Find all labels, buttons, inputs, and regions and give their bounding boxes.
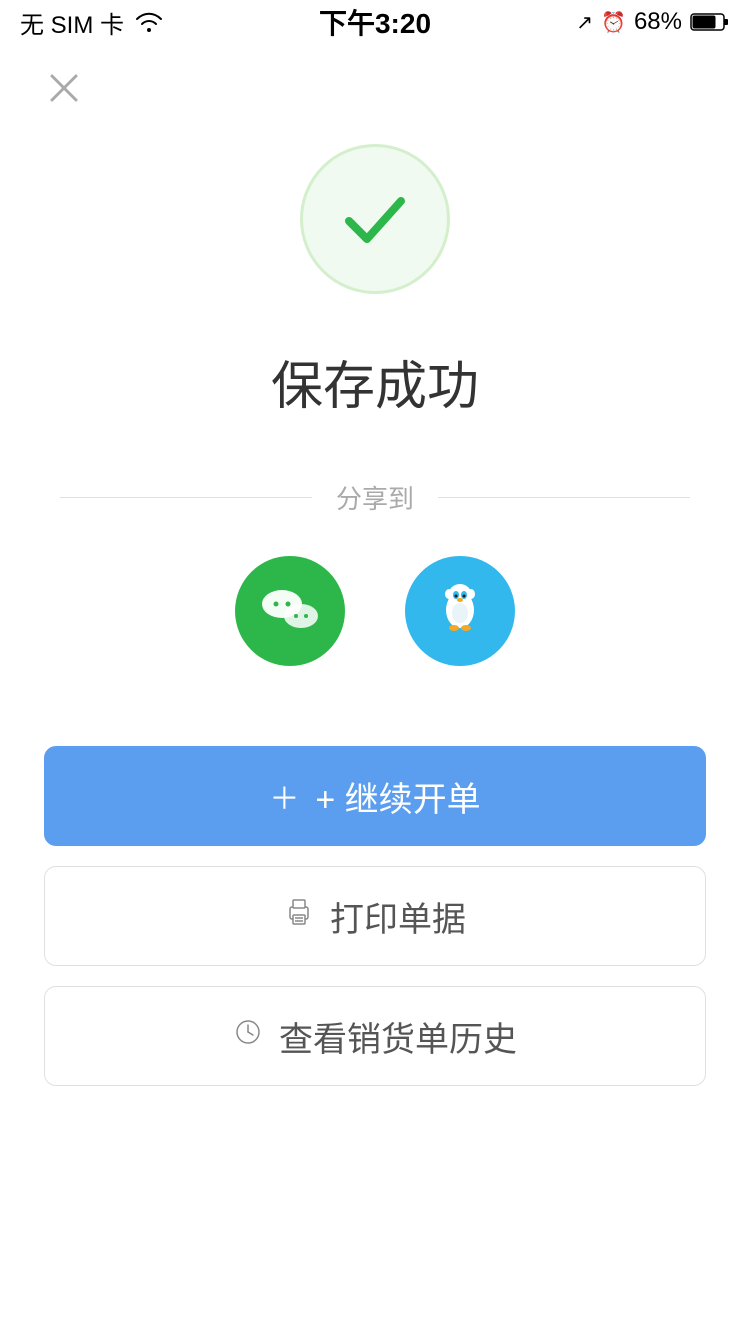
status-carrier: 无 SIM 卡 bbox=[20, 5, 164, 40]
alarm-icon: ⏰ bbox=[601, 10, 626, 35]
history-label: 查看销货单历史 bbox=[279, 1012, 517, 1061]
wechat-icon bbox=[259, 584, 321, 638]
main-content: 保存成功 分享到 bbox=[0, 44, 750, 1334]
printer-icon bbox=[284, 897, 314, 935]
buttons-section: ＋ + 继续开单 打印单据 bbox=[0, 746, 750, 1086]
status-right: ↗ ⏰ 68% bbox=[576, 8, 730, 36]
divider-right bbox=[438, 497, 690, 498]
battery-icon bbox=[690, 11, 730, 33]
close-icon bbox=[46, 70, 82, 106]
share-label: 分享到 bbox=[312, 479, 438, 516]
clock-icon bbox=[233, 1017, 263, 1055]
carrier-text: 无 SIM 卡 bbox=[20, 5, 124, 40]
share-qq-button[interactable] bbox=[405, 556, 515, 666]
battery-percent: 68% bbox=[634, 8, 682, 36]
status-time: 下午3:20 bbox=[319, 2, 431, 42]
location-icon: ↗ bbox=[576, 10, 593, 35]
wifi-icon bbox=[134, 11, 164, 33]
success-icon-container bbox=[300, 144, 450, 294]
divider-left bbox=[60, 497, 312, 498]
checkmark-icon bbox=[335, 179, 415, 259]
continue-button[interactable]: ＋ + 继续开单 bbox=[44, 746, 706, 846]
printer-svg bbox=[284, 897, 314, 927]
success-title: 保存成功 bbox=[271, 344, 479, 419]
share-divider: 分享到 bbox=[0, 479, 750, 516]
status-bar: 无 SIM 卡 下午3:20 ↗ ⏰ 68% bbox=[0, 0, 750, 44]
print-label: 打印单据 bbox=[330, 892, 466, 941]
clock-svg bbox=[233, 1017, 263, 1047]
history-button[interactable]: 查看销货单历史 bbox=[44, 986, 706, 1086]
share-icons-row bbox=[235, 556, 515, 666]
plus-icon: ＋ bbox=[269, 774, 299, 818]
close-button[interactable] bbox=[36, 60, 92, 116]
continue-label: + 继续开单 bbox=[315, 772, 480, 821]
qq-icon bbox=[429, 580, 491, 642]
print-button[interactable]: 打印单据 bbox=[44, 866, 706, 966]
share-wechat-button[interactable] bbox=[235, 556, 345, 666]
